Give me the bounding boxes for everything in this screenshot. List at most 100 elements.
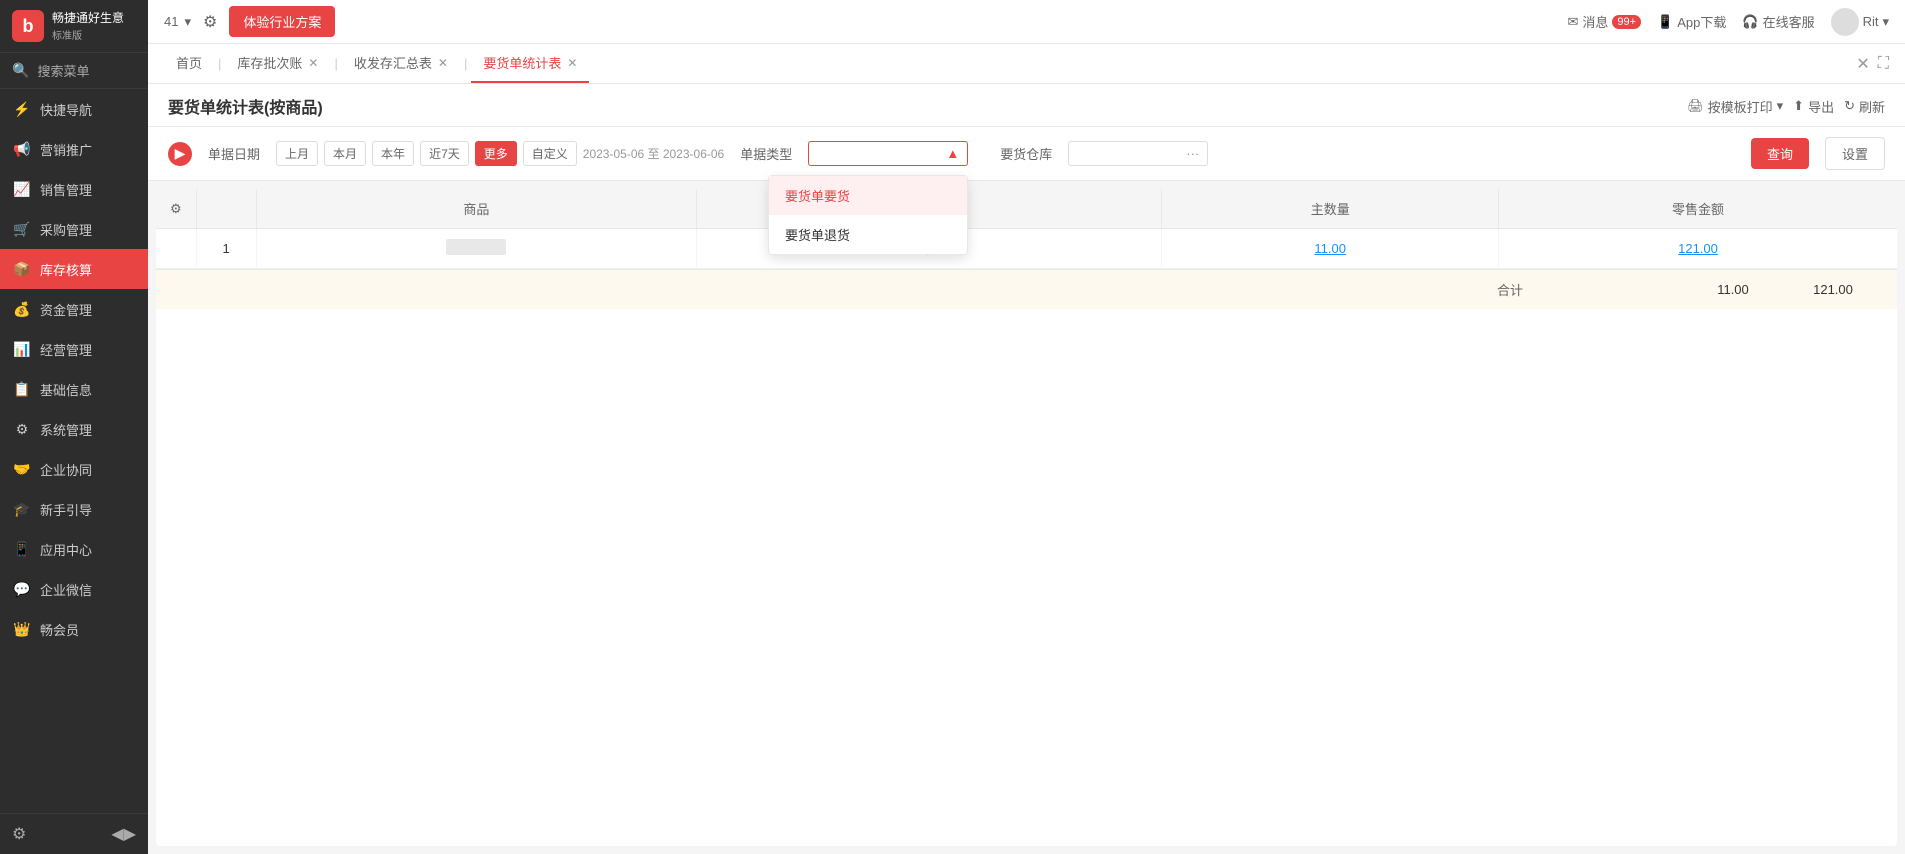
export-icon: ⬆ xyxy=(1793,98,1804,114)
warehouse-label: 要货仓库 xyxy=(1000,144,1052,163)
tab-sep-3: | xyxy=(464,56,467,71)
member-icon: 👑 xyxy=(12,619,32,639)
filter-bar: ▶ 单据日期 上月 本月 本年 近7天 更多 自定义 2023-05-06 至 … xyxy=(148,127,1905,181)
filter-date-group: 上月 本月 本年 近7天 更多 自定义 2023-05-06 至 2023-06… xyxy=(276,141,724,166)
table-row: 1 块 11.00 121.00 xyxy=(156,229,1897,269)
date-btn-custom[interactable]: 自定义 xyxy=(523,141,577,166)
search-icon: 🔍 xyxy=(12,62,29,79)
messages-badge: 99+ xyxy=(1612,15,1641,29)
tab-home-label: 首页 xyxy=(176,53,202,72)
sidebar-search-label: 搜索菜单 xyxy=(37,61,89,80)
topbar-gear-icon[interactable]: ⚙ xyxy=(203,12,217,32)
sidebar-item-quick-nav[interactable]: ⚡ 快捷导航 xyxy=(0,89,148,129)
setting-btn[interactable]: 设置 xyxy=(1825,137,1885,170)
sidebar: b 畅捷通好生意 标准版 🔍 搜索菜单 ⚡ 快捷导航 📢 营销推广 📈 销售管理… xyxy=(0,0,148,854)
filter-expand-btn[interactable]: ▶ xyxy=(168,142,192,166)
tab-close-recv-summary[interactable]: ✕ xyxy=(438,56,448,70)
settings-icon[interactable]: ⚙ xyxy=(12,824,26,844)
btn-export[interactable]: ⬆ 导出 xyxy=(1793,97,1834,116)
sidebar-nav: ⚡ 快捷导航 📢 营销推广 📈 销售管理 🛒 采购管理 📦 库存核算 💰 资金管… xyxy=(0,89,148,813)
warehouse-input[interactable]: ··· xyxy=(1068,141,1208,166)
query-btn[interactable]: 查询 xyxy=(1751,138,1809,169)
sidebar-item-wechat[interactable]: 💬 企业微信 xyxy=(0,569,148,609)
tab-close-inventory-batch[interactable]: ✕ xyxy=(308,56,318,70)
messages-item[interactable]: ✉ 消息 99+ xyxy=(1567,12,1641,31)
selector-num: 41 xyxy=(164,14,178,29)
dropdown-item-order-return[interactable]: 要货单退货 xyxy=(769,215,967,254)
sales-icon: 📈 xyxy=(12,179,32,199)
sidebar-item-finance[interactable]: 💰 资金管理 xyxy=(0,289,148,329)
marketing-icon: 📢 xyxy=(12,139,32,159)
tab-sep-1: | xyxy=(218,56,221,71)
sidebar-item-app-center[interactable]: 📱 应用中心 xyxy=(0,529,148,569)
inventory-icon: 📦 xyxy=(12,259,32,279)
printer-icon: 🖨 xyxy=(1687,98,1704,114)
tab-close-order-stats[interactable]: ✕ xyxy=(567,56,577,70)
filter-type-select[interactable]: ▲ xyxy=(808,141,968,166)
page-header-actions: 🖨 按模板打印 ▾ ⬆ 导出 ↻ 刷新 xyxy=(1687,97,1885,116)
col-qty: 主数量 xyxy=(1162,189,1499,229)
row-settings-cell xyxy=(156,229,196,269)
sidebar-item-system[interactable]: ⚙ 系统管理 xyxy=(0,409,148,449)
date-btn-this-year[interactable]: 本年 xyxy=(372,141,414,166)
btn-template-print[interactable]: 🖨 按模板打印 ▾ xyxy=(1687,97,1783,116)
type-dropdown: 要货单要货 要货单退货 xyxy=(768,175,968,255)
tab-recv-summary[interactable]: 收发存汇总表 ✕ xyxy=(342,44,460,83)
tab-expand-icon[interactable]: ⛶ xyxy=(1878,55,1889,73)
online-service-item[interactable]: 🎧 在线客服 xyxy=(1742,12,1814,31)
demo-btn[interactable]: 体验行业方案 xyxy=(229,6,335,37)
row-index-cell: 1 xyxy=(196,229,256,269)
sidebar-search[interactable]: 🔍 搜索菜单 xyxy=(0,53,148,89)
tab-home[interactable]: 首页 xyxy=(164,44,214,83)
date-btn-7days[interactable]: 近7天 xyxy=(420,141,469,166)
collapse-icon[interactable]: ◀▶ xyxy=(111,824,136,844)
col-settings[interactable]: ⚙ xyxy=(156,189,196,229)
topbar-left: 41 ▾ ⚙ 体验行业方案 xyxy=(164,6,335,37)
wechat-icon: 💬 xyxy=(12,579,32,599)
guide-icon: 🎓 xyxy=(12,499,32,519)
date-btn-last-month[interactable]: 上月 xyxy=(276,141,318,166)
user-item[interactable]: Rit ▾ xyxy=(1831,8,1889,36)
finance-icon: 💰 xyxy=(12,299,32,319)
app-download-item[interactable]: 📱 App下载 xyxy=(1657,12,1726,31)
tab-order-stats[interactable]: 要货单统计表 ✕ xyxy=(471,44,589,83)
warehouse-text xyxy=(1077,146,1182,161)
logo-icon: b xyxy=(12,10,44,42)
page-title: 要货单统计表(按商品) xyxy=(168,94,323,118)
app-download-label: App下载 xyxy=(1677,12,1726,31)
tabs-bar: 首页 | 库存批次账 ✕ | 收发存汇总表 ✕ | 要货单统计表 ✕ ✕ ⛶ xyxy=(148,44,1905,84)
page-header: 要货单统计表(按商品) 🖨 按模板打印 ▾ ⬆ 导出 ↻ 刷新 xyxy=(148,84,1905,127)
type-select-text xyxy=(817,146,942,161)
headset-icon: 🎧 xyxy=(1742,14,1758,30)
message-icon: ✉ xyxy=(1567,14,1578,30)
table-settings-icon[interactable]: ⚙ xyxy=(170,201,182,216)
sidebar-item-member[interactable]: 👑 畅会员 xyxy=(0,609,148,649)
logo-name: 畅捷通好生意 xyxy=(52,10,124,27)
user-avatar xyxy=(1831,8,1859,36)
btn-refresh[interactable]: ↻ 刷新 xyxy=(1844,97,1885,116)
more-dots-icon: ··· xyxy=(1186,146,1199,161)
sidebar-item-collab[interactable]: 🤝 企业协同 xyxy=(0,449,148,489)
tab-order-stats-label: 要货单统计表 xyxy=(483,53,561,72)
footer-total-amount: 121.00 xyxy=(1783,282,1883,297)
date-btn-more[interactable]: 更多 xyxy=(475,141,517,166)
main-content: 41 ▾ ⚙ 体验行业方案 ✉ 消息 99+ 📱 App下载 🎧 在线客服 R xyxy=(148,0,1905,854)
logo-sub: 标准版 xyxy=(52,27,124,42)
date-btn-this-month[interactable]: 本月 xyxy=(324,141,366,166)
tab-inventory-batch[interactable]: 库存批次账 ✕ xyxy=(225,44,330,83)
tabs-end: ✕ ⛶ xyxy=(1856,54,1889,74)
sidebar-item-basic[interactable]: 📋 基础信息 xyxy=(0,369,148,409)
sidebar-item-guide[interactable]: 🎓 新手引导 xyxy=(0,489,148,529)
sidebar-item-marketing[interactable]: 📢 营销推广 xyxy=(0,129,148,169)
col-amount: 零售金额 xyxy=(1499,189,1898,229)
dropdown-item-order-goods[interactable]: 要货单要货 xyxy=(769,176,967,215)
basic-icon: 📋 xyxy=(12,379,32,399)
col-goods: 商品 xyxy=(256,189,696,229)
sidebar-item-inventory[interactable]: 📦 库存核算 xyxy=(0,249,148,289)
sidebar-item-purchase[interactable]: 🛒 采购管理 xyxy=(0,209,148,249)
tab-close-all-icon[interactable]: ✕ xyxy=(1856,54,1869,74)
date-label: 单据日期 xyxy=(208,144,260,163)
sidebar-item-operation[interactable]: 📊 经营管理 xyxy=(0,329,148,369)
company-selector[interactable]: 41 ▾ xyxy=(164,14,191,30)
sidebar-item-sales[interactable]: 📈 销售管理 xyxy=(0,169,148,209)
